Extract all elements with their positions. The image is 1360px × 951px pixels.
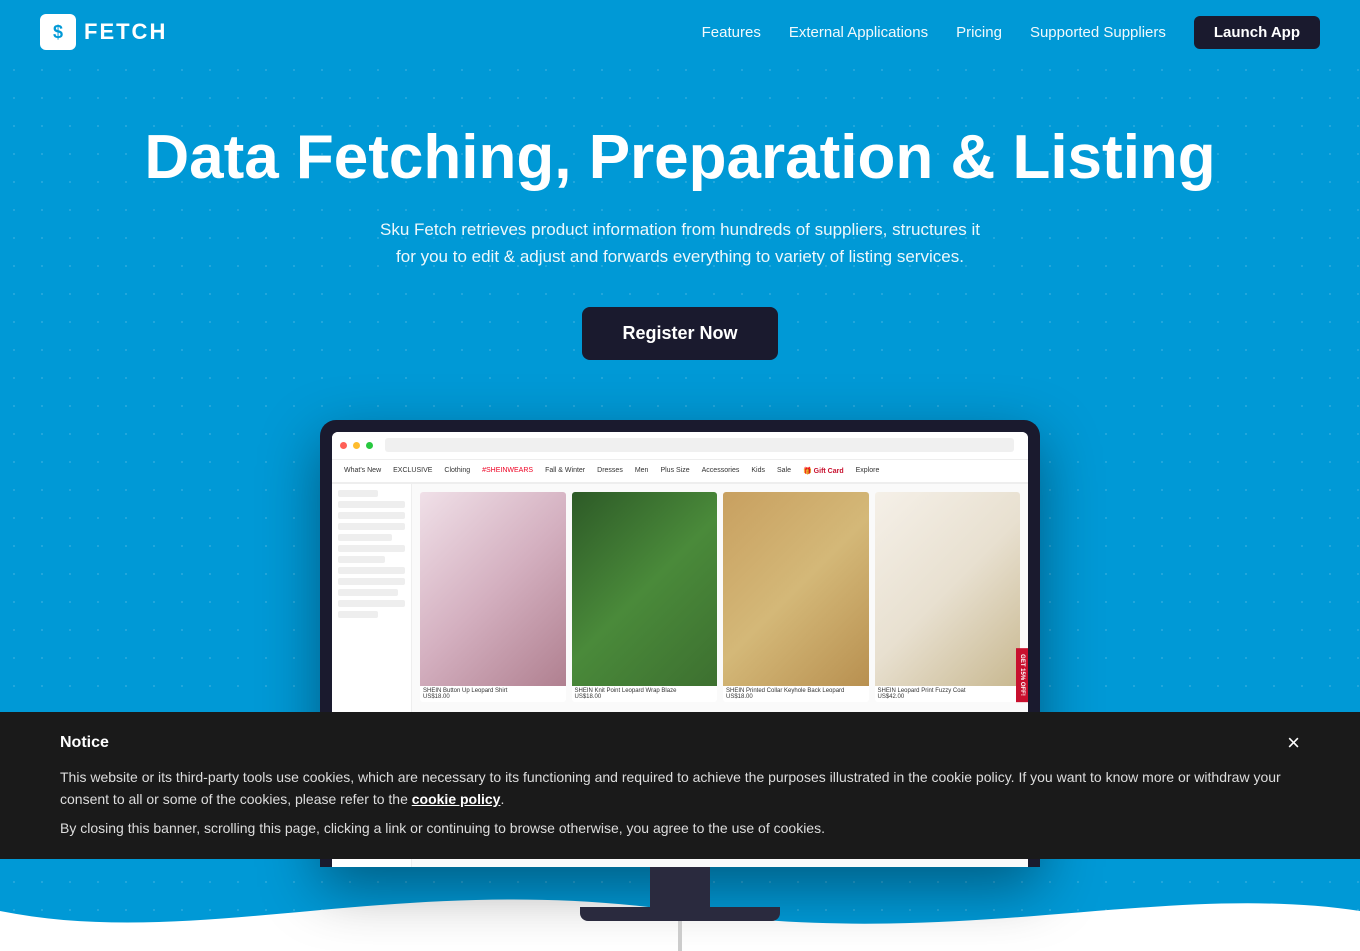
hero-subtitle: Sku Fetch retrieves product information … [370,216,990,270]
logo[interactable]: $ FETCH [40,14,167,50]
cookie-title: Notice [60,734,109,752]
nav-external-applications[interactable]: External Applications [789,24,928,41]
hero-title: Data Fetching, Preparation & Listing [144,124,1215,192]
nav-features[interactable]: Features [702,24,761,41]
cookie-header: Notice × [60,732,1300,754]
brand-name: FETCH [84,19,167,45]
promo-banner: GET 15% OFF! [1016,648,1028,702]
navbar: $ FETCH Features External Applications P… [0,0,1360,64]
monitor-cable [678,921,682,951]
hero-content: Data Fetching, Preparation & Listing Sku… [124,64,1235,400]
cookie-text-line2: By closing this banner, scrolling this p… [60,817,1300,839]
nav-supported-suppliers[interactable]: Supported Suppliers [1030,24,1166,41]
cookie-close-button[interactable]: × [1287,732,1300,754]
monitor-illustration: What's New EXCLUSIVE Clothing #SHEINWEAR… [280,420,1080,951]
cookie-body: This website or its third-party tools us… [60,766,1300,839]
cookie-text-line1: This website or its third-party tools us… [60,766,1300,811]
monitor-stand [320,867,1040,921]
logo-icon: $ [40,14,76,50]
launch-app-button[interactable]: Launch App [1194,16,1320,49]
cookie-policy-link[interactable]: cookie policy [412,791,501,807]
nav-links: Features External Applications Pricing S… [702,16,1320,49]
nav-pricing[interactable]: Pricing [956,24,1002,41]
cookie-banner: Notice × This website or its third-party… [0,712,1360,859]
register-now-button[interactable]: Register Now [582,307,777,360]
